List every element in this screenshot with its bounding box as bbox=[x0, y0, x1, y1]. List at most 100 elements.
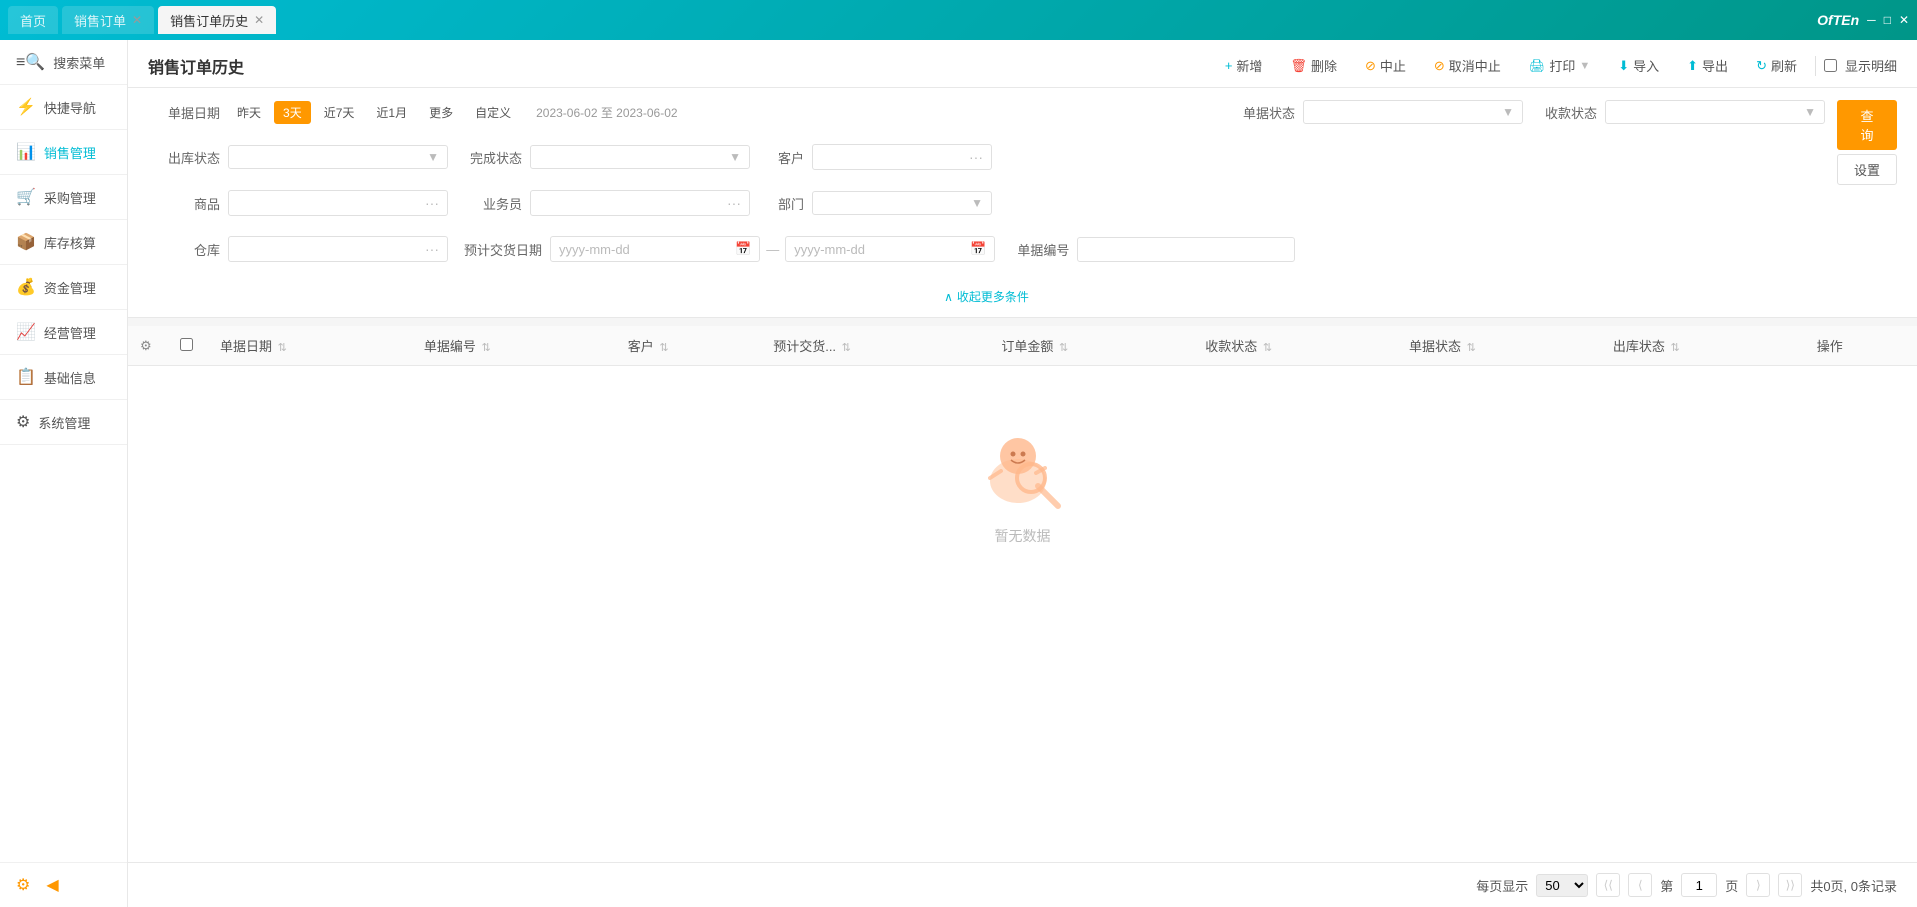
sales-mgmt-icon: 📊 bbox=[16, 142, 36, 162]
th-bill-status-label: 单据状态 bbox=[1409, 339, 1461, 354]
sidebar-item-operations-label: 经营管理 bbox=[44, 323, 96, 342]
page-size-select[interactable]: 50 20 100 bbox=[1536, 874, 1588, 897]
th-customer-label: 客户 bbox=[628, 339, 654, 354]
tab-sales-order-history-close[interactable]: ✕ bbox=[254, 13, 264, 27]
stop-button[interactable]: ⊘ 中止 bbox=[1355, 52, 1416, 79]
empty-text: 暂无数据 bbox=[995, 526, 1051, 546]
customer-label: 客户 bbox=[762, 148, 812, 167]
expected-delivery-start[interactable] bbox=[559, 242, 735, 257]
calendar-end-icon[interactable]: 📅 bbox=[970, 241, 986, 257]
new-button[interactable]: + 新增 bbox=[1215, 52, 1273, 79]
sort-order-amount-icon[interactable]: ⇅ bbox=[1059, 342, 1068, 354]
sort-bill-number-icon[interactable]: ⇅ bbox=[481, 342, 490, 354]
stop-label: 中止 bbox=[1380, 56, 1406, 75]
top-bar: 首页 销售订单 ✕ 销售订单历史 ✕ OfTEn ─ □ ✕ bbox=[0, 0, 1917, 40]
goods-more-icon[interactable]: ··· bbox=[425, 195, 439, 211]
th-operation: 操作 bbox=[1805, 326, 1917, 366]
bill-number-label: 单据编号 bbox=[1007, 240, 1077, 259]
sidebar-item-sales-mgmt[interactable]: 📊 销售管理 bbox=[0, 130, 127, 175]
complete-status-arrow-icon: ▼ bbox=[729, 150, 741, 164]
th-bill-number: 单据编号 ⇅ bbox=[412, 326, 616, 366]
sidebar-item-purchase-mgmt[interactable]: 🛒 采购管理 bbox=[0, 175, 127, 220]
settings-button[interactable]: 设置 bbox=[1837, 154, 1897, 185]
goods-label: 商品 bbox=[148, 194, 228, 213]
th-payment-status-label: 收款状态 bbox=[1205, 339, 1257, 354]
salesperson-more-icon[interactable]: ··· bbox=[727, 195, 741, 211]
sort-expected-delivery-icon[interactable]: ⇅ bbox=[842, 342, 851, 354]
page-input[interactable] bbox=[1681, 873, 1717, 897]
close-btn[interactable]: ✕ bbox=[1899, 13, 1909, 27]
tab-sales-order[interactable]: 销售订单 ✕ bbox=[62, 6, 154, 34]
sort-customer-icon[interactable]: ⇅ bbox=[659, 342, 668, 354]
collapse-label: 收起更多条件 bbox=[957, 288, 1029, 305]
sidebar-item-purchase-mgmt-label: 采购管理 bbox=[44, 188, 96, 207]
date-tab-today[interactable]: 昨天 bbox=[228, 101, 270, 124]
tab-sales-order-close[interactable]: ✕ bbox=[132, 13, 142, 27]
print-button[interactable]: 🖨 打印 ▼ bbox=[1519, 52, 1600, 79]
next-page-btn[interactable]: ⟩ bbox=[1746, 873, 1770, 897]
cancel-stop-button[interactable]: ⊘ 取消中止 bbox=[1424, 52, 1511, 79]
display-detail-checkbox[interactable] bbox=[1824, 59, 1837, 72]
th-order-amount: 订单金额 ⇅ bbox=[989, 326, 1193, 366]
sidebar-item-operations[interactable]: 📈 经营管理 bbox=[0, 310, 127, 355]
date-tab-custom[interactable]: 自定义 bbox=[466, 101, 520, 124]
prev-page-btn[interactable]: ⟨ bbox=[1628, 873, 1652, 897]
sort-bill-status-icon[interactable]: ⇅ bbox=[1467, 342, 1476, 354]
table-settings-icon[interactable]: ⚙ bbox=[140, 338, 152, 353]
delivery-status-select[interactable]: ▼ bbox=[228, 145, 448, 169]
th-settings: ⚙ bbox=[128, 326, 168, 366]
tab-sales-order-history[interactable]: 销售订单历史 ✕ bbox=[158, 6, 276, 34]
date-tab-3days[interactable]: 3天 bbox=[274, 101, 311, 124]
refresh-button[interactable]: ↻ 刷新 bbox=[1746, 52, 1807, 79]
refresh-icon: ↻ bbox=[1756, 58, 1767, 74]
warehouse-more-icon[interactable]: ··· bbox=[425, 241, 439, 257]
sidebar-item-inventory[interactable]: 📦 库存核算 bbox=[0, 220, 127, 265]
sidebar-item-search-menu[interactable]: ≡🔍 搜索菜单 bbox=[0, 40, 127, 85]
pagination: 每页显示 50 20 100 ⟨⟨ ⟨ 第 页 ⟩ ⟩⟩ 共0页, 0条记录 bbox=[128, 862, 1917, 907]
payment-status-label: 收款状态 bbox=[1535, 103, 1605, 122]
th-payment-status: 收款状态 ⇅ bbox=[1193, 326, 1397, 366]
sort-payment-status-icon[interactable]: ⇅ bbox=[1263, 342, 1272, 354]
last-page-btn[interactable]: ⟩⟩ bbox=[1778, 873, 1802, 897]
date-tab-1month[interactable]: 近1月 bbox=[367, 101, 416, 124]
payment-status-select[interactable]: ▼ bbox=[1605, 100, 1825, 124]
import-button[interactable]: ⬇ 导入 bbox=[1608, 52, 1669, 79]
bill-status-select[interactable]: ▼ bbox=[1303, 100, 1523, 124]
delete-button[interactable]: 🗑 删除 bbox=[1280, 52, 1347, 79]
complete-status-select[interactable]: ▼ bbox=[530, 145, 750, 169]
stop-icon: ⊘ bbox=[1365, 58, 1376, 74]
calendar-start-icon[interactable]: 📅 bbox=[735, 241, 751, 257]
table-area: ⚙ 单据日期 ⇅ 单据编号 ⇅ bbox=[128, 326, 1917, 862]
restore-btn[interactable]: □ bbox=[1884, 13, 1891, 27]
date-tab-more[interactable]: 更多 bbox=[420, 101, 462, 124]
sidebar-item-finance[interactable]: 💰 资金管理 bbox=[0, 265, 127, 310]
minimize-btn[interactable]: ─ bbox=[1867, 13, 1876, 27]
page-size-label: 每页显示 bbox=[1476, 876, 1528, 895]
import-label: 导入 bbox=[1633, 56, 1659, 75]
sort-bill-date-icon[interactable]: ⇅ bbox=[278, 342, 287, 354]
bill-number-input[interactable] bbox=[1086, 242, 1286, 257]
sidebar-item-quick-nav[interactable]: ⚡ 快捷导航 bbox=[0, 85, 127, 130]
sidebar-item-sys-mgmt[interactable]: ⚙ 系统管理 bbox=[0, 400, 127, 445]
department-select[interactable]: ▼ bbox=[812, 191, 992, 215]
cancel-stop-label: 取消中止 bbox=[1449, 56, 1501, 75]
collapse-btn[interactable]: ∧ 收起更多条件 bbox=[148, 282, 1825, 305]
export-button[interactable]: ⬆ 导出 bbox=[1677, 52, 1738, 79]
print-dropdown-icon: ▼ bbox=[1579, 60, 1590, 72]
th-operation-label: 操作 bbox=[1817, 339, 1843, 354]
expected-delivery-end[interactable] bbox=[794, 242, 970, 257]
display-detail-toggle[interactable]: 显示明细 bbox=[1824, 56, 1897, 75]
first-page-btn[interactable]: ⟨⟨ bbox=[1596, 873, 1620, 897]
bottom-collapse-icon[interactable]: ◀ bbox=[46, 875, 58, 895]
tab-home[interactable]: 首页 bbox=[8, 6, 58, 34]
bottom-settings-icon[interactable]: ⚙ bbox=[16, 875, 30, 895]
query-button[interactable]: 查询 bbox=[1837, 100, 1897, 150]
sort-delivery-status-icon[interactable]: ⇅ bbox=[1671, 342, 1680, 354]
date-tabs: 昨天 3天 近7天 近1月 更多 自定义 bbox=[228, 101, 520, 124]
filter-area: 单据日期 昨天 3天 近7天 近1月 更多 自定义 2023-06-02 至 2… bbox=[128, 88, 1917, 318]
sidebar-item-base-info[interactable]: 📋 基础信息 bbox=[0, 355, 127, 400]
customer-more-icon[interactable]: ··· bbox=[969, 149, 983, 165]
date-tab-7days[interactable]: 近7天 bbox=[315, 101, 364, 124]
select-all-checkbox[interactable] bbox=[180, 338, 193, 351]
tab-home-label: 首页 bbox=[20, 11, 46, 30]
